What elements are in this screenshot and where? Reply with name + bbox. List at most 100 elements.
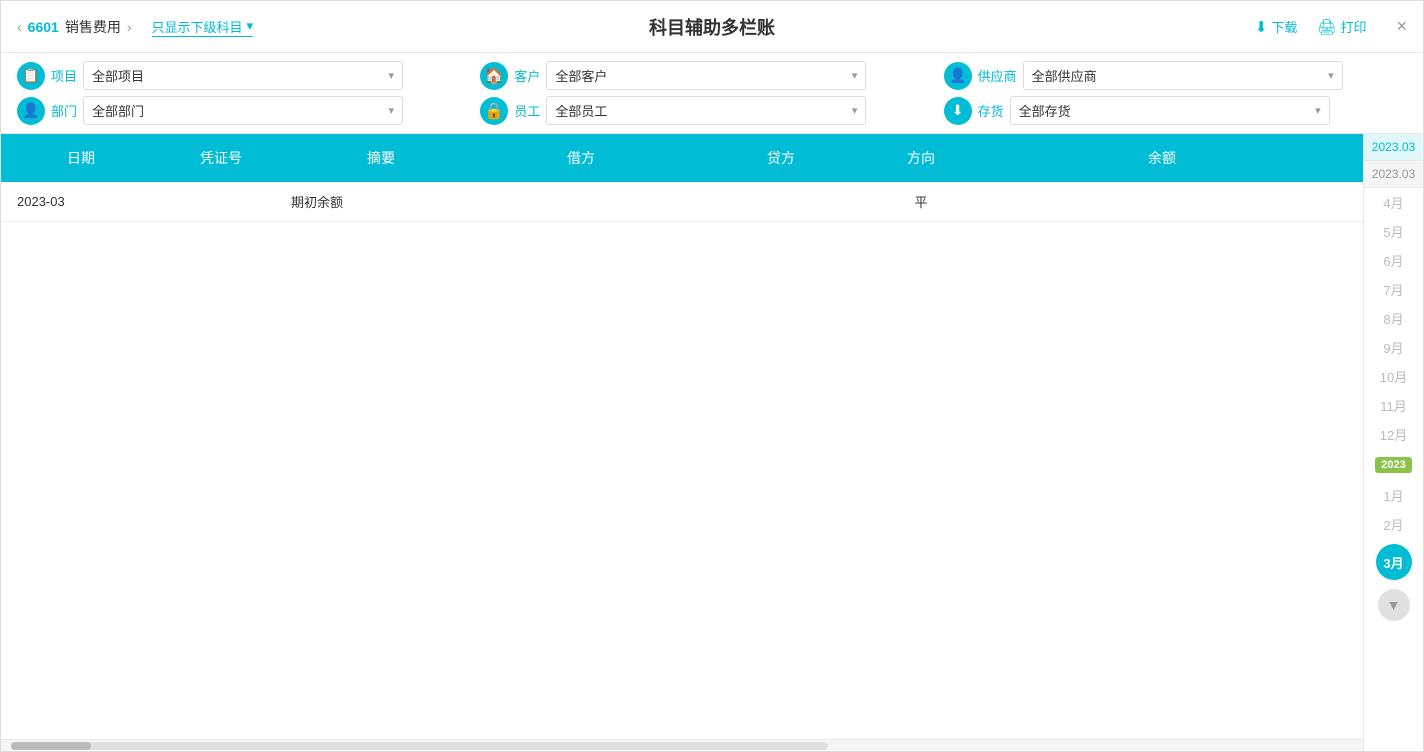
customer-arrow: ▾ [852,69,858,82]
col-balance: 余额 [961,134,1363,182]
sidebar-month-12[interactable]: 12月 [1364,420,1423,449]
account-nav: ‹ 6601 销售费用 › [17,17,132,37]
scrollbar-track [11,742,828,750]
show-sub-arrow: ▾ [247,18,254,34]
project-value: 全部项目 [92,66,144,85]
sidebar-period-2023-03-1[interactable]: 2023.03 [1364,134,1423,161]
col-direction: 方向 [881,134,961,182]
dept-value: 全部部门 [92,101,144,120]
table-scroll-area[interactable]: 日期 凭证号 摘要 借方 贷方 方向 余额 2023-03 [1,134,1363,739]
project-select[interactable]: 全部项目 ▾ [83,61,403,90]
filter-customer: 🏠 客户 全部客户 ▾ [480,61,943,90]
month-label-1: 1月 [1383,489,1403,504]
account-name: 销售费用 [65,17,121,37]
cell-debit [481,182,681,222]
month-label-8: 8月 [1383,312,1403,327]
staff-value: 全部员工 [555,101,607,120]
show-sub-btn[interactable]: 只显示下级科目 ▾ [152,17,254,37]
download-btn[interactable]: ⬇ 下载 [1255,17,1298,36]
sidebar-month-3[interactable]: 3月 [1364,539,1423,585]
supplier-select[interactable]: 全部供应商 ▾ [1023,61,1343,90]
sidebar-month-6[interactable]: 6月 [1364,246,1423,275]
cell-direction: 平 [881,182,961,222]
sidebar-month-9[interactable]: 9月 [1364,333,1423,362]
nav-next-btn[interactable]: › [127,19,132,35]
account-code: 6601 [28,19,59,35]
print-btn[interactable]: 🖨 打印 [1317,17,1366,36]
cell-date: 2023-03 [1,182,161,222]
col-voucher: 凭证号 [161,134,281,182]
dept-arrow: ▾ [388,104,394,117]
project-label: 项目 [51,66,77,85]
customer-value: 全部客户 [555,66,607,85]
print-icon: 🖨 [1317,18,1336,36]
sidebar-year-2023[interactable]: 2023 [1364,449,1423,481]
main-window: ‹ 6601 销售费用 › 只显示下级科目 ▾ 科目辅助多栏账 ⬇ 下载 🖨 打… [0,0,1424,752]
bottom-scrollbar[interactable] [1,739,1363,751]
staff-select[interactable]: 全部员工 ▾ [546,96,866,125]
main-content: 日期 凭证号 摘要 借方 贷方 方向 余额 2023-03 [1,134,1363,751]
filter-area: 📋 项目 全部项目 ▾ 🏠 客户 全部客户 ▾ 👤 供应商 [1,53,1423,134]
filter-row-2: 👤 部门 全部部门 ▾ 🔒 员工 全部员工 ▾ ⬇ 存货 [17,96,1407,125]
staff-icon: 🔒 [480,97,508,125]
dept-icon: 👤 [17,97,45,125]
month-label-10: 10月 [1380,370,1407,385]
table-row: 2023-03 期初余额 平 [1,182,1363,222]
scrollbar-thumb[interactable] [11,742,91,750]
cell-summary: 期初余额 [281,182,481,222]
month-label-2: 2月 [1383,518,1403,533]
supplier-value: 全部供应商 [1032,66,1097,85]
sidebar-month-5[interactable]: 5月 [1364,217,1423,246]
table-header: 日期 凭证号 摘要 借方 贷方 方向 余额 [1,134,1363,182]
col-debit: 借方 [481,134,681,182]
down-icon: ▼ [1387,597,1401,613]
sidebar-down-btn[interactable]: ▼ [1378,589,1410,621]
customer-icon: 🏠 [480,62,508,90]
month-label-5: 5月 [1383,225,1403,240]
sidebar-month-11[interactable]: 11月 [1364,391,1423,420]
top-bar: ‹ 6601 销售费用 › 只显示下级科目 ▾ 科目辅助多栏账 ⬇ 下载 🖨 打… [1,1,1423,53]
close-btn[interactable]: × [1396,16,1407,37]
download-icon: ⬇ [1255,18,1268,36]
print-label: 打印 [1340,17,1366,36]
content-area: 日期 凭证号 摘要 借方 贷方 方向 余额 2023-03 [1,134,1423,751]
show-sub-label: 只显示下级科目 [152,17,243,36]
supplier-icon: 👤 [944,62,972,90]
table-body: 2023-03 期初余额 平 [1,182,1363,222]
year-badge: 2023 [1375,457,1411,473]
sidebar-period-2023-03-2[interactable]: 2023.03 [1364,161,1423,188]
inventory-value: 全部存货 [1019,101,1071,120]
filter-staff: 🔒 员工 全部员工 ▾ [480,96,943,125]
data-table: 日期 凭证号 摘要 借方 贷方 方向 余额 2023-03 [1,134,1363,222]
nav-prev-btn[interactable]: ‹ [17,19,22,35]
col-summary: 摘要 [281,134,481,182]
download-label: 下载 [1271,17,1297,36]
filter-inventory: ⬇ 存货 全部存货 ▾ [944,96,1407,125]
supplier-label: 供应商 [978,66,1017,85]
supplier-arrow: ▾ [1328,69,1334,82]
inventory-label: 存货 [978,101,1004,120]
cell-balance [961,182,1363,222]
sidebar-month-7[interactable]: 7月 [1364,275,1423,304]
cell-credit [681,182,881,222]
customer-label: 客户 [514,66,540,85]
sidebar-month-2[interactable]: 2月 [1364,510,1423,539]
sidebar-month-1[interactable]: 1月 [1364,481,1423,510]
dept-select[interactable]: 全部部门 ▾ [83,96,403,125]
current-month-circle: 3月 [1376,544,1412,580]
filter-row-1: 📋 项目 全部项目 ▾ 🏠 客户 全部客户 ▾ 👤 供应商 [17,61,1407,90]
inventory-select[interactable]: 全部存货 ▾ [1010,96,1330,125]
inventory-icon: ⬇ [944,97,972,125]
sidebar-month-10[interactable]: 10月 [1364,362,1423,391]
cell-voucher [161,182,281,222]
inventory-arrow: ▾ [1315,104,1321,117]
customer-select[interactable]: 全部客户 ▾ [546,61,866,90]
project-icon: 📋 [17,62,45,90]
period-label-2: 2023.03 [1372,167,1415,181]
sidebar-month-8[interactable]: 8月 [1364,304,1423,333]
col-date: 日期 [1,134,161,182]
project-arrow: ▾ [388,69,394,82]
dept-label: 部门 [51,101,77,120]
period-label-1: 2023.03 [1372,140,1415,154]
sidebar-month-4[interactable]: 4月 [1364,188,1423,217]
